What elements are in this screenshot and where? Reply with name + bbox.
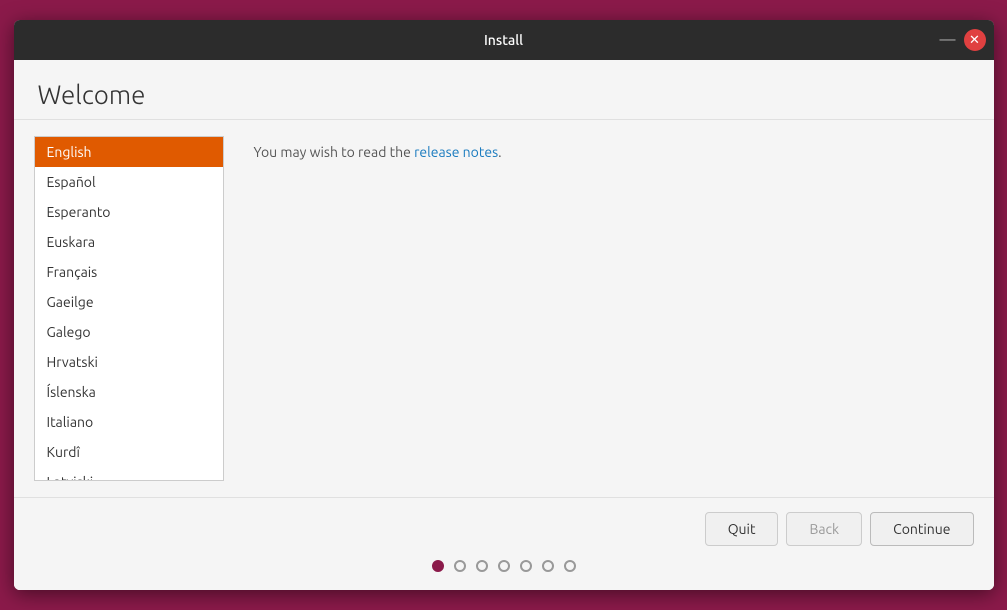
language-item[interactable]: Italiano [35,407,223,437]
titlebar: Install — ✕ [14,20,994,60]
back-button[interactable]: Back [786,512,862,546]
release-notes-prefix: You may wish to read the [254,144,415,160]
pagination-dots [432,560,576,572]
release-notes-text: You may wish to read the release notes. [254,144,964,160]
window-controls: — ✕ [938,29,986,51]
footer-buttons: Quit Back Continue [34,512,974,546]
language-item[interactable]: Galego [35,317,223,347]
page-header: Welcome [14,60,994,120]
release-notes-link[interactable]: release notes [414,144,498,160]
pagination-dot [476,560,488,572]
quit-button[interactable]: Quit [705,512,779,546]
main-body: EnglishEspañolEsperantoEuskaraFrançaisGa… [14,120,994,497]
continue-button[interactable]: Continue [870,512,973,546]
pagination-dot [520,560,532,572]
language-item[interactable]: Euskara [35,227,223,257]
language-item[interactable]: Español [35,167,223,197]
pagination-dot [564,560,576,572]
language-item[interactable]: Latviski [35,467,223,481]
minimize-button[interactable]: — [938,30,958,50]
right-panel: You may wish to read the release notes. [224,120,994,497]
language-item[interactable]: Français [35,257,223,287]
window-title: Install [484,32,523,48]
language-item[interactable]: Kurdî [35,437,223,467]
language-item[interactable]: English [35,137,223,167]
language-item[interactable]: Hrvatski [35,347,223,377]
install-window: Install — ✕ Welcome EnglishEspañolEspera… [14,20,994,590]
pagination-dot [454,560,466,572]
pagination-dot [542,560,554,572]
pagination-dot [498,560,510,572]
language-list[interactable]: EnglishEspañolEsperantoEuskaraFrançaisGa… [34,136,224,481]
page-title: Welcome [38,80,970,109]
footer: Quit Back Continue [14,497,994,590]
content-area: Welcome EnglishEspañolEsperantoEuskaraFr… [14,60,994,590]
language-item[interactable]: Gaeilge [35,287,223,317]
language-item[interactable]: Íslenska [35,377,223,407]
language-item[interactable]: Esperanto [35,197,223,227]
pagination-dot [432,560,444,572]
close-button[interactable]: ✕ [964,29,986,51]
release-notes-suffix: . [498,144,501,160]
